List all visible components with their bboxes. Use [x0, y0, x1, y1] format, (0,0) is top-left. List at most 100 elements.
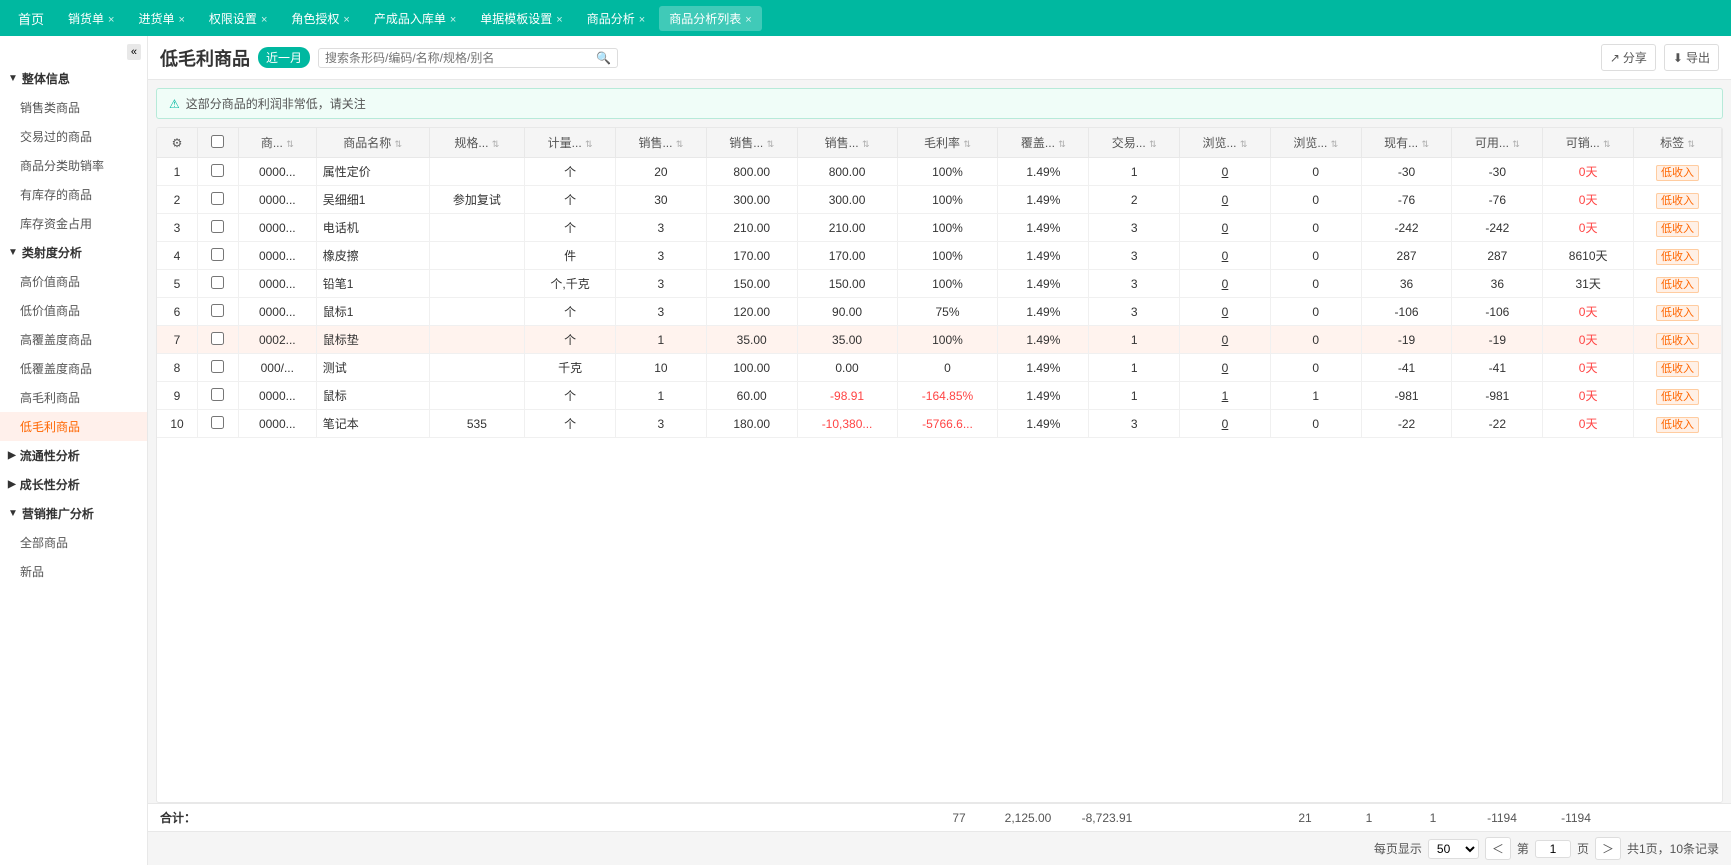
row-select-checkbox[interactable] [211, 220, 224, 233]
nav-sales-close[interactable]: × [108, 14, 114, 26]
sidebar-item-all-products[interactable]: 全部商品 [0, 528, 147, 557]
table-row[interactable]: 10 0000... 笔记本 535 个 3 180.00 -10,380...… [157, 410, 1722, 438]
col-tag[interactable]: 标签 ⇅ [1634, 128, 1722, 158]
table-row[interactable]: 8 000/... 测试 千克 10 100.00 0.00 0 1.49% 1… [157, 354, 1722, 382]
nav-product-analysis-close[interactable]: × [639, 14, 645, 26]
table-row[interactable]: 2 0000... 吴细细1 参加复试 个 30 300.00 300.00 1… [157, 186, 1722, 214]
row-checkbox[interactable] [198, 410, 239, 438]
col-settings[interactable]: ⚙ [157, 128, 198, 158]
sidebar-item-high-coverage[interactable]: 高覆盖度商品 [0, 325, 147, 354]
sidebar-item-stock-capital[interactable]: 库存资金占用 [0, 209, 147, 238]
sidebar-item-stock-products[interactable]: 有库存的商品 [0, 180, 147, 209]
sidebar-group-flow-analysis[interactable]: ▶ 流通性分析 [0, 441, 147, 470]
next-page-button[interactable]: ＞ [1595, 837, 1621, 860]
export-button[interactable]: ⬇ 导出 [1664, 44, 1719, 71]
row-select-checkbox[interactable] [211, 248, 224, 261]
table-row[interactable]: 1 0000... 属性定价 个 20 800.00 800.00 100% 1… [157, 158, 1722, 186]
row-checkbox[interactable] [198, 382, 239, 410]
row-browse1[interactable]: 0 [1180, 270, 1271, 298]
sidebar-group-growth-analysis[interactable]: ▶ 成长性分析 [0, 470, 147, 499]
page-size-select[interactable]: 50 20 100 [1428, 839, 1479, 859]
search-box[interactable]: 🔍 [318, 48, 618, 68]
col-gross-rate[interactable]: 毛利率 ⇅ [897, 128, 998, 158]
col-sale-amount[interactable]: 销售... ⇅ [797, 128, 897, 158]
sidebar-group-marketing-analysis[interactable]: ▼ 营销推广分析 [0, 499, 147, 528]
select-all-checkbox[interactable] [211, 135, 224, 148]
col-checkbox[interactable] [198, 128, 239, 158]
nav-role[interactable]: 角色授权× [281, 6, 359, 31]
col-spec[interactable]: 规格... ⇅ [429, 128, 525, 158]
col-sellable[interactable]: 可销... ⇅ [1543, 128, 1634, 158]
col-coverage[interactable]: 覆盖... ⇅ [998, 128, 1089, 158]
sidebar-item-low-profit[interactable]: 低毛利商品 [0, 412, 147, 441]
sidebar-item-sales-products[interactable]: 销售类商品 [0, 93, 147, 122]
nav-product-inbound-close[interactable]: × [450, 14, 456, 26]
nav-product-analysis-list-close[interactable]: × [745, 14, 751, 26]
row-checkbox[interactable] [198, 326, 239, 354]
share-button[interactable]: ↗ 分享 [1601, 44, 1656, 71]
nav-product-inbound[interactable]: 产成品入库单× [364, 6, 466, 31]
row-browse1[interactable]: 0 [1180, 326, 1271, 354]
table-row[interactable]: 5 0000... 铅笔1 个,千克 3 150.00 150.00 100% … [157, 270, 1722, 298]
sidebar-item-category-rate[interactable]: 商品分类助销率 [0, 151, 147, 180]
row-checkbox[interactable] [198, 214, 239, 242]
row-checkbox[interactable] [198, 298, 239, 326]
table-row[interactable]: 9 0000... 鼠标 个 1 60.00 -98.91 -164.85% 1… [157, 382, 1722, 410]
row-browse1[interactable]: 0 [1180, 186, 1271, 214]
row-checkbox[interactable] [198, 242, 239, 270]
sidebar-item-traded-products[interactable]: 交易过的商品 [0, 122, 147, 151]
row-checkbox[interactable] [198, 186, 239, 214]
date-badge[interactable]: 近一月 [258, 47, 310, 68]
nav-purchase-close[interactable]: × [178, 14, 184, 26]
sidebar-group-category-analysis[interactable]: ▼ 类射度分析 [0, 238, 147, 267]
row-select-checkbox[interactable] [211, 388, 224, 401]
row-browse1[interactable]: 0 [1180, 298, 1271, 326]
nav-purchase[interactable]: 进货单× [128, 6, 194, 31]
table-row[interactable]: 3 0000... 电话机 个 3 210.00 210.00 100% 1.4… [157, 214, 1722, 242]
row-checkbox[interactable] [198, 158, 239, 186]
nav-permission[interactable]: 权限设置× [199, 6, 277, 31]
sidebar-group-overall[interactable]: ▼ 整体信息 [0, 64, 147, 93]
nav-template[interactable]: 单据模板设置× [470, 6, 572, 31]
sidebar-item-low-value[interactable]: 低价值商品 [0, 296, 147, 325]
nav-sales[interactable]: 销货单× [58, 6, 124, 31]
row-select-checkbox[interactable] [211, 332, 224, 345]
col-current[interactable]: 现有... ⇅ [1361, 128, 1452, 158]
row-select-checkbox[interactable] [211, 276, 224, 289]
search-input[interactable] [325, 51, 596, 65]
page-number-input[interactable] [1535, 840, 1571, 858]
sidebar-item-new-products[interactable]: 新品 [0, 557, 147, 586]
nav-home[interactable]: 首页 [8, 5, 54, 32]
prev-page-button[interactable]: ＜ [1485, 837, 1511, 860]
nav-product-analysis-list[interactable]: 商品分析列表× [659, 6, 761, 31]
row-checkbox[interactable] [198, 354, 239, 382]
sidebar-item-low-coverage[interactable]: 低覆盖度商品 [0, 354, 147, 383]
nav-role-close[interactable]: × [343, 14, 349, 26]
nav-permission-close[interactable]: × [261, 14, 267, 26]
row-select-checkbox[interactable] [211, 360, 224, 373]
row-browse1[interactable]: 1 [1180, 382, 1271, 410]
row-select-checkbox[interactable] [211, 416, 224, 429]
nav-product-analysis[interactable]: 商品分析× [577, 6, 655, 31]
col-sale-price[interactable]: 销售... ⇅ [706, 128, 797, 158]
table-row[interactable]: 7 0002... 鼠标垫 个 1 35.00 35.00 100% 1.49%… [157, 326, 1722, 354]
col-unit[interactable]: 计量... ⇅ [525, 128, 616, 158]
sidebar-collapse-button[interactable]: « [127, 44, 141, 60]
row-select-checkbox[interactable] [211, 304, 224, 317]
row-browse1[interactable]: 0 [1180, 410, 1271, 438]
col-transaction[interactable]: 交易... ⇅ [1089, 128, 1180, 158]
col-available[interactable]: 可用... ⇅ [1452, 128, 1543, 158]
row-browse1[interactable]: 0 [1180, 242, 1271, 270]
sidebar-item-high-profit[interactable]: 高毛利商品 [0, 383, 147, 412]
table-row[interactable]: 4 0000... 橡皮擦 件 3 170.00 170.00 100% 1.4… [157, 242, 1722, 270]
row-checkbox[interactable] [198, 270, 239, 298]
row-select-checkbox[interactable] [211, 164, 224, 177]
row-browse1[interactable]: 0 [1180, 158, 1271, 186]
nav-template-close[interactable]: × [556, 14, 562, 26]
col-name[interactable]: 商品名称 ⇅ [316, 128, 429, 158]
col-sale-qty[interactable]: 销售... ⇅ [616, 128, 707, 158]
col-browse1[interactable]: 浏览... ⇅ [1180, 128, 1271, 158]
col-browse2[interactable]: 浏览... ⇅ [1270, 128, 1361, 158]
row-browse1[interactable]: 0 [1180, 354, 1271, 382]
sidebar-item-high-value[interactable]: 高价值商品 [0, 267, 147, 296]
